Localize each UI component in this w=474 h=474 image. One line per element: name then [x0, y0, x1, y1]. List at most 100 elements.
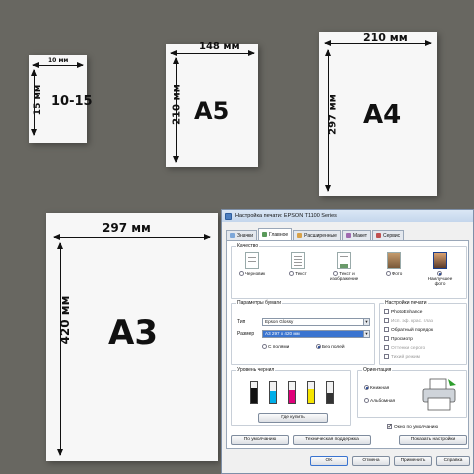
margins-none-radio[interactable] — [316, 344, 321, 349]
tab-advanced[interactable]: Расширенные — [293, 230, 341, 240]
option-quiet-mode[interactable]: Тихий режим — [384, 354, 420, 360]
always-default-option[interactable]: Окно по умолчанию — [387, 423, 439, 430]
orientation-group: Ориентация Книжная Альбомная — [357, 367, 467, 418]
option-label: Тихий режим — [391, 354, 420, 360]
quality-best-photo[interactable]: Наилучшее фото — [426, 252, 454, 286]
best-photo-icon — [433, 252, 447, 269]
margin-label: Без полей — [322, 344, 345, 350]
printer-icon — [422, 378, 456, 411]
tab-service[interactable]: Сервис — [372, 230, 405, 240]
width-arrow — [32, 62, 84, 68]
quality-text-radio[interactable] — [289, 271, 295, 277]
paper-size-value: A3 297 x 420 мм — [265, 331, 300, 336]
tab-layout[interactable]: Макет — [341, 230, 372, 240]
tab-main[interactable]: Главное — [258, 228, 293, 240]
paper-type-value: Epson Glossy — [265, 319, 294, 324]
option-label: Обратный порядок — [391, 327, 434, 333]
draft-icon — [245, 252, 259, 269]
show-settings-button[interactable]: Показать настройки — [399, 435, 467, 445]
tab-label: Сервис — [383, 232, 401, 239]
ink-group: Уровень чернил Где купить — [231, 367, 351, 426]
height-arrow — [57, 242, 63, 456]
quality-draft[interactable]: Черновик — [238, 252, 266, 277]
tab-icons[interactable]: Значки — [226, 230, 258, 240]
portrait-radio[interactable] — [364, 385, 369, 390]
help-button[interactable]: Справка — [436, 456, 470, 466]
option-preview[interactable]: Просмотр — [384, 336, 413, 342]
ink-level-fill — [327, 392, 333, 403]
option-grayscale[interactable]: Оттенки серого — [384, 345, 425, 351]
print-settings-dialog: Настройка печати: EPSON T1100 Series Зна… — [221, 209, 474, 474]
ink-level-fill — [308, 389, 314, 403]
tab-label: Главное — [269, 231, 289, 238]
width-label: 297 мм — [102, 221, 151, 235]
sheet-a5: 148 мм 210 мм A5 — [166, 41, 258, 167]
quality-text[interactable]: Текст — [284, 252, 312, 277]
where-to-buy-button[interactable]: Где купить — [258, 413, 328, 423]
height-label: 15 мм — [33, 84, 43, 116]
option-photoenhance[interactable]: PhotoEnhance — [384, 309, 422, 315]
dialog-titlebar: Настройка печати: EPSON T1100 Series — [222, 210, 473, 222]
ink-cartridge-cyan — [269, 381, 277, 404]
height-label: 297 мм — [327, 94, 339, 135]
defaults-button[interactable]: По умолчанию — [231, 435, 289, 445]
height-label: 210 мм — [171, 84, 183, 125]
quality-label: Наилучшее фото — [427, 276, 453, 287]
ok-button[interactable]: OK — [310, 456, 348, 466]
orientation-portrait[interactable]: Книжная — [364, 385, 389, 391]
photoenhance-checkbox[interactable] — [384, 309, 389, 314]
sheet-label: A3 — [108, 313, 158, 353]
margins-with-option[interactable]: С полями — [262, 344, 289, 350]
apply-button[interactable]: Применить — [394, 456, 432, 466]
ink-cartridge-magenta — [288, 381, 296, 404]
orientation-landscape[interactable]: Альбомная — [364, 398, 395, 404]
grayscale-checkbox[interactable] — [384, 345, 389, 350]
tab-label: Макет — [352, 232, 368, 239]
chevron-down-icon: ▼ — [363, 331, 369, 337]
always-default-label: Окно по умолчанию — [394, 424, 439, 430]
orientation-label: Книжная — [370, 385, 390, 391]
width-arrow — [53, 234, 211, 240]
tech-support-button[interactable]: Техническая поддержка — [293, 435, 371, 445]
paper-type-label: Тип — [237, 319, 246, 325]
main-tab-icon — [262, 232, 268, 237]
ink-title: Уровень чернил — [236, 367, 276, 373]
option-label: Оттенки серого — [391, 345, 426, 351]
layout-tab-icon — [345, 233, 351, 238]
quality-photo-radio[interactable] — [385, 271, 391, 277]
width-label: 10 мм — [48, 57, 69, 64]
option-label: Просмотр — [391, 336, 413, 342]
margins-none-option[interactable]: Без полей — [316, 344, 345, 350]
paper-size-select[interactable]: A3 297 x 420 мм ▼ — [262, 330, 370, 338]
sheet-label: A4 — [363, 100, 402, 130]
quality-draft-radio[interactable] — [238, 271, 244, 277]
option-red-eye[interactable]: Исп. эф. крас. глаз — [384, 318, 433, 324]
ink-level-fill — [251, 388, 257, 403]
reverse-order-checkbox[interactable] — [384, 327, 389, 332]
option-label: PhotoEnhance — [391, 309, 423, 315]
quality-photo[interactable]: Фото — [380, 252, 408, 277]
service-tab-icon — [376, 233, 382, 238]
quiet-mode-checkbox[interactable] — [384, 354, 389, 359]
always-default-checkbox[interactable] — [387, 423, 393, 430]
margins-with-radio[interactable] — [262, 344, 267, 349]
sheet-a3: 297 мм 420 мм A3 — [46, 213, 218, 461]
paper-type-select[interactable]: Epson Glossy ▼ — [262, 318, 370, 326]
margin-label: С полями — [268, 344, 290, 350]
cancel-button[interactable]: Отмена — [352, 456, 390, 466]
tab-bar: Значки Главное Расширенные Макет Сервис — [222, 222, 473, 240]
width-label: 210 мм — [363, 31, 408, 44]
width-arrow — [170, 50, 255, 56]
red-eye-checkbox[interactable] — [384, 318, 389, 323]
landscape-radio[interactable] — [364, 398, 369, 403]
quality-text-image[interactable]: Текст и изображение — [330, 252, 358, 281]
quality-group: Качество Черновик Текст Текст и изображе… — [231, 243, 467, 299]
orientation-title: Ориентация — [362, 367, 393, 373]
photo-icon — [387, 252, 401, 269]
sheet-label: A5 — [194, 97, 230, 125]
quality-label: Текст — [295, 271, 307, 276]
option-reverse-order[interactable]: Обратный порядок — [384, 327, 433, 333]
quality-label: Черновик — [244, 271, 266, 276]
preview-checkbox[interactable] — [384, 336, 389, 341]
sheet-a4: 210 мм 297 мм A4 — [319, 31, 437, 196]
